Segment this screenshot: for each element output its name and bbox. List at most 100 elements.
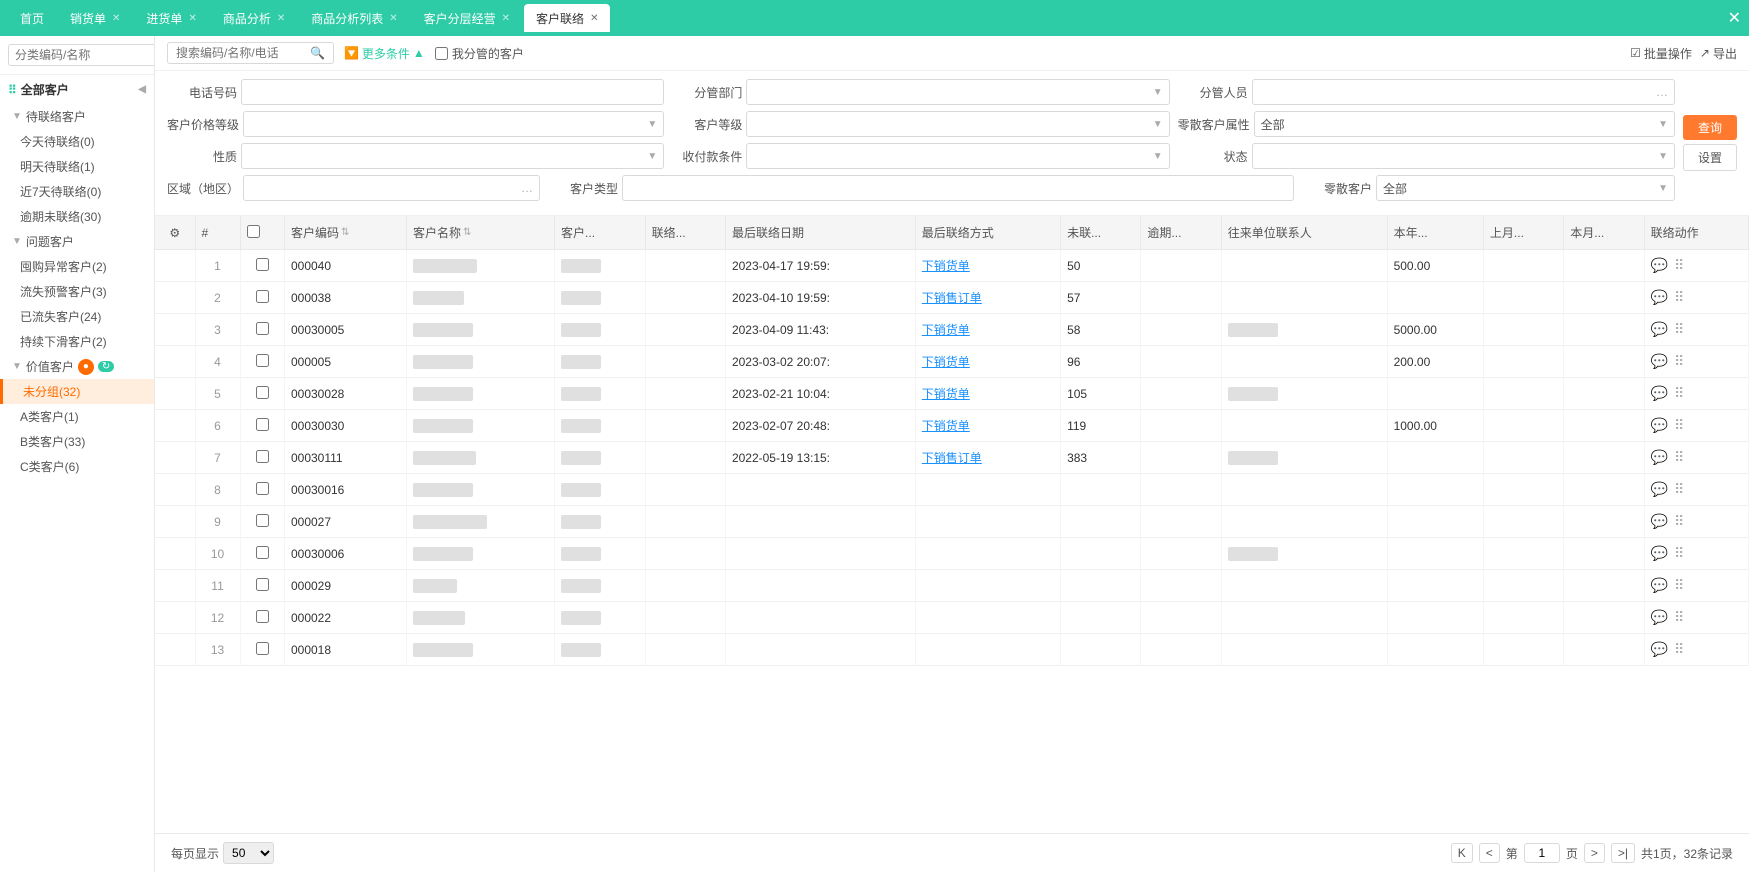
- grid-action-icon-10[interactable]: ⠿: [1674, 577, 1684, 594]
- prev-page-btn[interactable]: <: [1479, 843, 1500, 863]
- grid-action-icon-6[interactable]: ⠿: [1674, 449, 1684, 466]
- filter-my-customers[interactable]: 我分管的客户: [435, 45, 524, 62]
- select-all-checkbox[interactable]: [247, 225, 260, 238]
- tab-close-customer-tier[interactable]: ✕: [502, 13, 510, 24]
- retail-attr-select[interactable]: 全部 ▼: [1254, 111, 1675, 137]
- sidebar-score-group[interactable]: ▼ 价值客户 ● ↻: [0, 354, 154, 379]
- chat-icon-1[interactable]: 💬: [1651, 289, 1668, 306]
- sidebar-item-tomorrow-pending[interactable]: 明天待联络(1): [0, 154, 154, 179]
- sidebar-problem-group[interactable]: ▼ 问题客户: [0, 229, 154, 254]
- chat-icon-2[interactable]: 💬: [1651, 321, 1668, 338]
- row-check-4[interactable]: [240, 378, 284, 410]
- tab-close-purchase-order[interactable]: ✕: [188, 13, 196, 24]
- row-check-12[interactable]: [240, 634, 284, 666]
- cust-grade-select[interactable]: ▼: [746, 111, 1169, 137]
- chat-icon-12[interactable]: 💬: [1651, 641, 1668, 658]
- col-contact[interactable]: 联络...: [645, 216, 725, 250]
- next-page-btn[interactable]: >: [1584, 843, 1605, 863]
- settings-icon[interactable]: ⚙: [169, 226, 180, 240]
- tab-customer-tier[interactable]: 客户分层经营 ✕: [412, 4, 522, 32]
- sidebar-item-today-pending[interactable]: 今天待联络(0): [0, 129, 154, 154]
- sidebar-item-churn-warn[interactable]: 流失预警客户(3): [0, 279, 154, 304]
- sidebar-item-abnormal[interactable]: 囤购异常客户(2): [0, 254, 154, 279]
- col-this-month[interactable]: 本月...: [1564, 216, 1644, 250]
- sidebar-all-customers[interactable]: ⠿ 全部客户 ◀: [0, 75, 154, 104]
- col-settings[interactable]: ⚙: [155, 216, 195, 250]
- col-last-contact-way[interactable]: 最后联络方式: [915, 216, 1060, 250]
- tab-close-sales-order[interactable]: ✕: [112, 13, 120, 24]
- grid-action-icon-1[interactable]: ⠿: [1674, 289, 1684, 306]
- first-page-btn[interactable]: K: [1451, 843, 1473, 863]
- col-this-year[interactable]: 本年...: [1387, 216, 1483, 250]
- person-select[interactable]: …: [1252, 79, 1675, 105]
- price-grade-select[interactable]: ▼: [243, 111, 664, 137]
- grid-action-icon-5[interactable]: ⠿: [1674, 417, 1684, 434]
- status-select[interactable]: ▼: [1252, 143, 1675, 169]
- col-no-contact[interactable]: 未联...: [1061, 216, 1141, 250]
- col-name[interactable]: 客户名称⇅: [407, 216, 555, 250]
- grid-action-icon-11[interactable]: ⠿: [1674, 609, 1684, 626]
- col-partner-contact[interactable]: 往来单位联系人: [1221, 216, 1387, 250]
- nature-select[interactable]: ▼: [241, 143, 664, 169]
- person-dots-icon[interactable]: …: [1656, 85, 1668, 99]
- page-num-input[interactable]: [1524, 843, 1560, 863]
- tab-product-analysis[interactable]: 商品分析 ✕: [211, 4, 297, 32]
- tab-close-customer-contact[interactable]: ✕: [590, 13, 598, 24]
- sidebar-item-churned[interactable]: 已流失客户(24): [0, 304, 154, 329]
- sidebar-item-class-a[interactable]: A类客户(1): [0, 404, 154, 429]
- row-check-3[interactable]: [240, 346, 284, 378]
- my-customers-checkbox[interactable]: [435, 47, 448, 60]
- tab-purchase-order[interactable]: 进货单 ✕: [134, 4, 208, 32]
- chat-icon-3[interactable]: 💬: [1651, 353, 1668, 370]
- grid-action-icon-12[interactable]: ⠿: [1674, 641, 1684, 658]
- close-all-tabs[interactable]: ✕: [1728, 8, 1741, 28]
- grid-action-icon-0[interactable]: ⠿: [1674, 257, 1684, 274]
- row-check-1[interactable]: [240, 282, 284, 314]
- score-refresh-icon[interactable]: ↻: [98, 361, 114, 372]
- chat-icon-4[interactable]: 💬: [1651, 385, 1668, 402]
- sidebar-item-declining[interactable]: 持续下滑客户(2): [0, 329, 154, 354]
- region-select[interactable]: …: [243, 175, 540, 201]
- grid-action-icon-4[interactable]: ⠿: [1674, 385, 1684, 402]
- sidebar-item-7day-pending[interactable]: 近7天待联络(0): [0, 179, 154, 204]
- chat-icon-10[interactable]: 💬: [1651, 577, 1668, 594]
- page-size-select[interactable]: 50 100 200: [223, 842, 274, 864]
- sidebar-search-input[interactable]: [8, 44, 155, 66]
- col-last-contact-date[interactable]: 最后联络日期: [725, 216, 915, 250]
- retail-select[interactable]: 全部 ▼: [1376, 175, 1675, 201]
- grid-action-icon-8[interactable]: ⠿: [1674, 513, 1684, 530]
- dept-select[interactable]: ▼: [746, 79, 1169, 105]
- row-check-8[interactable]: [240, 506, 284, 538]
- tab-product-analysis-list[interactable]: 商品分析列表 ✕: [299, 4, 409, 32]
- payment-select[interactable]: ▼: [746, 143, 1169, 169]
- batch-op-btn[interactable]: ☑ 批量操作: [1630, 45, 1692, 62]
- region-dots-icon[interactable]: …: [521, 181, 533, 195]
- row-check-7[interactable]: [240, 474, 284, 506]
- last-page-btn[interactable]: >|: [1611, 843, 1635, 863]
- sidebar-item-overdue-contact[interactable]: 逾期未联络(30): [0, 204, 154, 229]
- row-check-5[interactable]: [240, 410, 284, 442]
- phone-input[interactable]: [241, 79, 664, 105]
- chat-icon-6[interactable]: 💬: [1651, 449, 1668, 466]
- tab-close-product-analysis-list[interactable]: ✕: [389, 13, 397, 24]
- grid-action-icon-3[interactable]: ⠿: [1674, 353, 1684, 370]
- col-code[interactable]: 客户编码⇅: [284, 216, 406, 250]
- sidebar-pending-group[interactable]: ▼ 待联络客户: [0, 104, 154, 129]
- reset-btn[interactable]: 设置: [1683, 144, 1737, 171]
- sidebar-item-class-c[interactable]: C类客户(6): [0, 454, 154, 479]
- row-check-11[interactable]: [240, 602, 284, 634]
- chat-icon-8[interactable]: 💬: [1651, 513, 1668, 530]
- filter-more-conditions[interactable]: 🔽 更多条件 ▲: [344, 45, 425, 62]
- chat-icon-5[interactable]: 💬: [1651, 417, 1668, 434]
- filter-search-input[interactable]: [176, 46, 306, 60]
- cust-type-select[interactable]: [622, 175, 1294, 201]
- grid-action-icon-7[interactable]: ⠿: [1674, 481, 1684, 498]
- sidebar-item-ungroup[interactable]: 未分组(32): [0, 379, 154, 404]
- tab-customer-contact[interactable]: 客户联络 ✕: [524, 4, 610, 32]
- col-last-month[interactable]: 上月...: [1483, 216, 1563, 250]
- row-check-6[interactable]: [240, 442, 284, 474]
- col-type[interactable]: 客户...: [555, 216, 646, 250]
- grid-action-icon-9[interactable]: ⠿: [1674, 545, 1684, 562]
- col-overdue[interactable]: 逾期...: [1141, 216, 1221, 250]
- grid-action-icon-2[interactable]: ⠿: [1674, 321, 1684, 338]
